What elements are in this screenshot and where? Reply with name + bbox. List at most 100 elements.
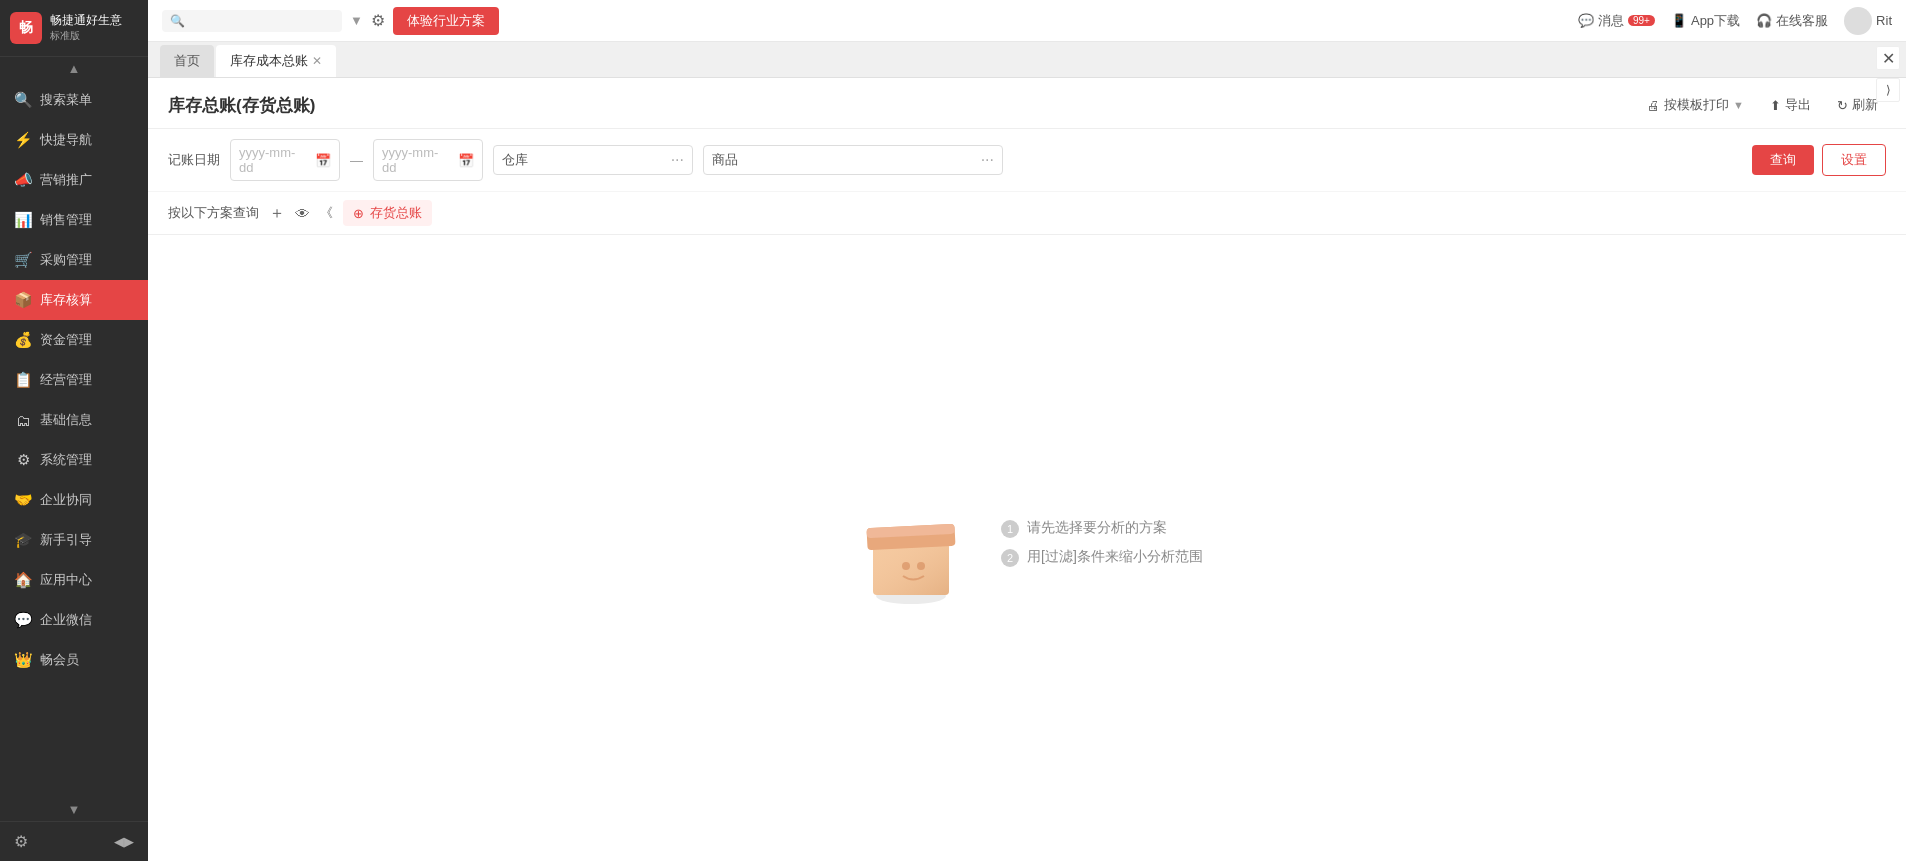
print-icon: 🖨 — [1647, 98, 1660, 113]
print-chevron-icon: ▼ — [1733, 99, 1744, 111]
warehouse-more-icon[interactable]: ··· — [671, 151, 684, 169]
empty-content: 1 请先选择要分析的方案 2 用[过滤]条件来缩小分析范围 — [851, 488, 1203, 608]
tip-number-2: 2 — [1001, 549, 1019, 567]
panel-close-btn[interactable]: ✕ — [1876, 46, 1900, 70]
sidebar-item-shortcut[interactable]: ⚡ 快捷导航 — [0, 120, 148, 160]
sidebar-item-enterprise[interactable]: 🤝 企业协同 — [0, 480, 148, 520]
svg-point-5 — [902, 562, 910, 570]
sidebar-item-appcenter[interactable]: 🏠 应用中心 — [0, 560, 148, 600]
tab-close-icon[interactable]: ✕ — [312, 54, 322, 68]
scheme-collapse-icon[interactable]: 《 — [320, 204, 333, 222]
filter-row: 记账日期 yyyy-mm-dd 📅 — yyyy-mm-dd 📅 仓库 ··· — [148, 129, 1906, 191]
tip-item-2: 2 用[过滤]条件来缩小分析范围 — [1001, 548, 1203, 567]
shortcut-icon: ⚡ — [14, 131, 32, 149]
sidebar-item-finance[interactable]: 💰 资金管理 — [0, 320, 148, 360]
tab-home[interactable]: 首页 — [160, 45, 214, 77]
goods-more-icon[interactable]: ··· — [981, 151, 994, 169]
sidebar-item-vip[interactable]: 👑 畅会员 — [0, 640, 148, 680]
sidebar-item-wechat[interactable]: 💬 企业微信 — [0, 600, 148, 640]
scheme-add-icon[interactable]: ＋ — [269, 203, 285, 224]
newguide-icon: 🎓 — [14, 531, 32, 549]
basic-icon: 🗂 — [14, 412, 32, 429]
panel-expand-btn[interactable]: ⟩ — [1876, 78, 1900, 102]
wechat-icon: 💬 — [14, 611, 32, 629]
settings-footer-icon[interactable]: ⚙ — [14, 832, 28, 851]
topbar-search[interactable]: 🔍 — [162, 10, 342, 32]
sidebar: 畅 畅捷通好生意 标准版 ▲ 🔍 搜索菜单 ⚡ 快捷导航 📣 营销推广 📊 销售… — [0, 0, 148, 861]
logo-text: 畅捷通好生意 标准版 — [50, 13, 122, 43]
sidebar-scroll-up[interactable]: ▲ — [0, 57, 148, 80]
sidebar-item-system[interactable]: ⚙ 系统管理 — [0, 440, 148, 480]
enterprise-icon: 🤝 — [14, 491, 32, 509]
sidebar-item-marketing[interactable]: 📣 营销推广 — [0, 160, 148, 200]
message-icon: 💬 — [1578, 13, 1594, 28]
filter-actions: 查询 设置 — [1752, 144, 1886, 176]
calendar-to-icon[interactable]: 📅 — [458, 153, 474, 168]
inventory-icon: 📦 — [14, 291, 32, 309]
tip-number-1: 1 — [1001, 520, 1019, 538]
tip-text-2: 用[过滤]条件来缩小分析范围 — [1027, 548, 1203, 566]
sidebar-item-search[interactable]: 🔍 搜索菜单 — [0, 80, 148, 120]
query-button[interactable]: 查询 — [1752, 145, 1814, 175]
phone-icon: 📱 — [1671, 13, 1687, 28]
operation-icon: 📋 — [14, 371, 32, 389]
user-avatar[interactable]: Rit — [1844, 7, 1892, 35]
message-badge: 99+ — [1628, 15, 1655, 26]
topbar: 🔍 ▼ ⚙ 体验行业方案 💬 消息 99+ 📱 App下载 🎧 在线客服 Rit — [148, 0, 1906, 42]
scheme-label: 按以下方案查询 — [168, 204, 259, 222]
app-download-btn[interactable]: 📱 App下载 — [1671, 12, 1740, 30]
tabs-bar: 首页 库存成本总账 ✕ — [148, 42, 1906, 78]
online-service-btn[interactable]: 🎧 在线客服 — [1756, 12, 1828, 30]
topbar-right: 💬 消息 99+ 📱 App下载 🎧 在线客服 Rit — [1578, 7, 1892, 35]
filter-date-label: 记账日期 — [168, 151, 220, 169]
scheme-row: 按以下方案查询 ＋ 👁 《 ⊕ 存货总账 — [148, 191, 1906, 234]
sidebar-footer: ⚙ ◀▶ — [0, 821, 148, 861]
search-icon: 🔍 — [14, 91, 32, 109]
tab-inventory-ledger[interactable]: 库存成本总账 ✕ — [216, 45, 336, 77]
page-area: 库存总账(存货总账) 🖨 按模板打印 ▼ ⬆ 导出 ↻ 刷新 — [148, 78, 1906, 861]
print-btn[interactable]: 🖨 按模板打印 ▼ — [1639, 92, 1752, 118]
page-header: 库存总账(存货总账) 🖨 按模板打印 ▼ ⬆ 导出 ↻ 刷新 — [148, 78, 1906, 129]
finance-icon: 💰 — [14, 331, 32, 349]
headset-icon: 🎧 — [1756, 13, 1772, 28]
sidebar-item-purchase[interactable]: 🛒 采购管理 — [0, 240, 148, 280]
settings-button[interactable]: 设置 — [1822, 144, 1886, 176]
sidebar-item-operation[interactable]: 📋 经营管理 — [0, 360, 148, 400]
export-icon: ⬆ — [1770, 98, 1781, 113]
scheme-eye-icon[interactable]: 👁 — [295, 205, 310, 222]
scheme-item-inventory[interactable]: ⊕ 存货总账 — [343, 200, 432, 226]
page-header-actions: 🖨 按模板打印 ▼ ⬆ 导出 ↻ 刷新 — [1639, 92, 1886, 118]
calendar-from-icon[interactable]: 📅 — [315, 153, 331, 168]
topbar-gear-icon[interactable]: ⚙ — [371, 11, 385, 30]
industry-btn[interactable]: 体验行业方案 — [393, 7, 499, 35]
tip-text-1: 请先选择要分析的方案 — [1027, 519, 1167, 537]
sidebar-item-newguide[interactable]: 🎓 新手引导 — [0, 520, 148, 560]
sidebar-scroll-down[interactable]: ▼ — [0, 798, 148, 821]
system-icon: ⚙ — [14, 451, 32, 469]
box-svg — [851, 488, 971, 608]
svg-point-6 — [917, 562, 925, 570]
username-label: Rit — [1876, 13, 1892, 28]
logo-icon: 畅 — [10, 12, 42, 44]
collapse-footer-icon[interactable]: ◀▶ — [114, 834, 134, 849]
appcenter-icon: 🏠 — [14, 571, 32, 589]
warehouse-select[interactable]: 仓库 ··· — [493, 145, 693, 175]
export-btn[interactable]: ⬆ 导出 — [1762, 92, 1819, 118]
sidebar-item-sales[interactable]: 📊 销售管理 — [0, 200, 148, 240]
message-btn[interactable]: 💬 消息 99+ — [1578, 12, 1655, 30]
date-to-input[interactable]: yyyy-mm-dd 📅 — [373, 139, 483, 181]
marketing-icon: 📣 — [14, 171, 32, 189]
goods-select[interactable]: 商品 ··· — [703, 145, 1003, 175]
date-separator: — — [350, 153, 363, 168]
purchase-icon: 🛒 — [14, 251, 32, 269]
filter-scheme-panel: 记账日期 yyyy-mm-dd 📅 — yyyy-mm-dd 📅 仓库 ··· — [148, 129, 1906, 235]
page-title: 库存总账(存货总账) — [168, 94, 315, 117]
sidebar-nav: 🔍 搜索菜单 ⚡ 快捷导航 📣 营销推广 📊 销售管理 🛒 采购管理 📦 库存核… — [0, 80, 148, 798]
main-content: 🔍 ▼ ⚙ 体验行业方案 💬 消息 99+ 📱 App下载 🎧 在线客服 Rit — [148, 0, 1906, 861]
date-from-input[interactable]: yyyy-mm-dd 📅 — [230, 139, 340, 181]
sidebar-item-basic[interactable]: 🗂 基础信息 — [0, 400, 148, 440]
empty-illustration — [851, 488, 971, 608]
topbar-dropdown-icon[interactable]: ▼ — [350, 13, 363, 28]
sidebar-logo: 畅 畅捷通好生意 标准版 — [0, 0, 148, 57]
sidebar-item-inventory[interactable]: 📦 库存核算 — [0, 280, 148, 320]
